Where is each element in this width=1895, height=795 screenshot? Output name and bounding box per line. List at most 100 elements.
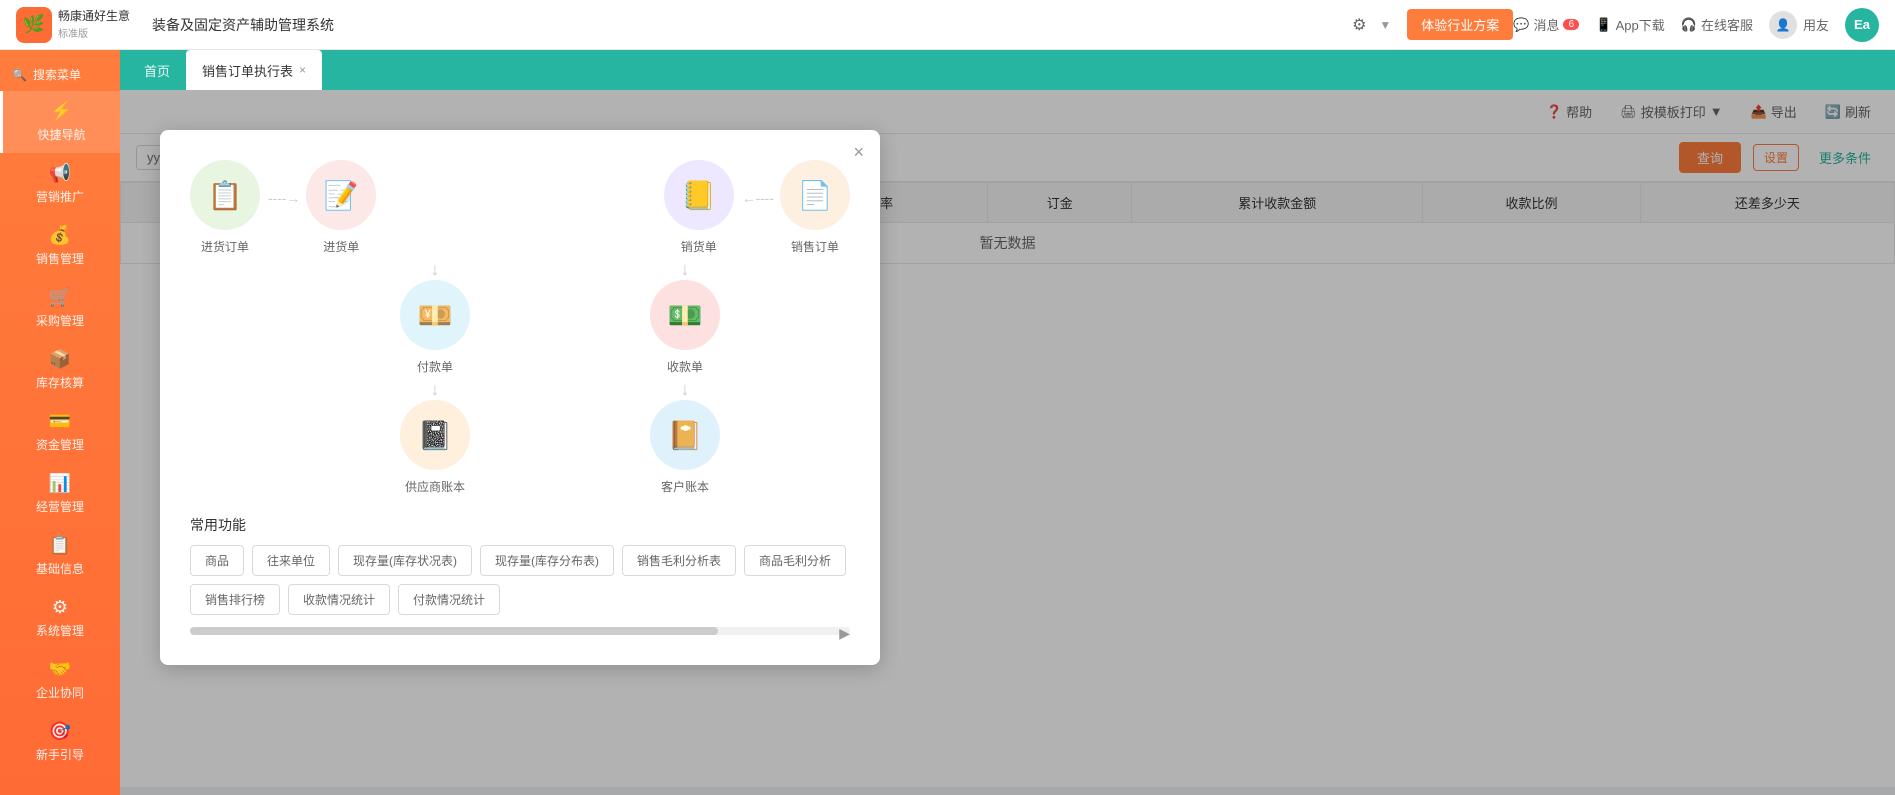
customer-circle[interactable]: 📔 [650,400,720,470]
down-arrow-purchase: ↓ [190,259,520,280]
sidebar-item-quick-nav[interactable]: ⚡ 快捷导航 [0,91,120,153]
purchase-order-icon: 📋 [208,179,243,212]
system-title: 装备及固定资产辅助管理系统 [152,15,1347,35]
sidebar-item-finance[interactable]: 💳 资金管理 [0,401,120,463]
tab-home[interactable]: 首页 [128,50,186,90]
dashed-left-icon: ← - - - - [742,190,772,206]
main-content: ❓ 帮助 🖨 按模板打印 ▼ 📤 导出 🔄 刷新 [120,90,1895,795]
online-service-btn[interactable]: 🎧 在线客服 [1681,15,1753,34]
func-btn-stock-status[interactable]: 现存量(库存状况表) [338,545,472,576]
tab-close-icon[interactable]: × [299,63,306,77]
down-arrow-payment: ↓ [190,379,520,400]
sidebar-item-inventory[interactable]: 📦 库存核算 [0,339,120,401]
wf-supplier-col: 📓 供应商账本 [190,400,520,495]
common-title: 常用功能 [190,515,850,535]
content-area: 首页 销售订单执行表 × ❓ 帮助 🖨 按模板打印 ▼ [120,50,1895,795]
workflow-top-right: 📒 销货单 ← - - - - 📄 [664,160,850,255]
sidebar-item-label-6: 经营管理 [36,498,84,515]
app-download-btn[interactable]: 📱 App下载 [1595,15,1664,34]
wf-sales-order: 📄 销售订单 [780,160,850,255]
wf-payment-col: 💴 付款单 [190,280,520,375]
user-area[interactable]: 👤 用友 [1769,11,1829,39]
sidebar-item-sales[interactable]: 💰 销售管理 [0,215,120,277]
wf-customer-col: 📔 客户账本 [520,400,850,495]
workflow-arrows-row: ↓ ↓ [190,259,850,280]
dialog-scrollbar[interactable]: ▶ [190,627,850,635]
sidebar-item-system[interactable]: ⚙ 系统管理 [0,587,120,649]
func-buttons-row1: 商品 往来单位 现存量(库存状况表) 现存量(库存分布表) 销售毛利分析表 商品… [190,545,850,576]
user-initial-badge[interactable]: Ea [1845,8,1879,42]
func-btn-product[interactable]: 商品 [190,545,244,576]
func-btn-receipt-stats[interactable]: 收款情况统计 [288,584,390,615]
customer-label: 客户账本 [661,478,709,495]
avatar: 👤 [1769,11,1797,39]
top-header: 🌿 畅康通好生意 标准版 装备及固定资产辅助管理系统 ⚙ ▼ 体验行业方案 💬 … [0,0,1895,50]
sidebar-search[interactable]: 🔍 搜索菜单 [0,58,120,91]
wf-customer: 📔 客户账本 [650,400,720,495]
logo-area: 🌿 畅康通好生意 标准版 [16,7,136,43]
dialog-close-btn[interactable]: × [853,142,864,163]
overlay: × 📋 进货订单 [120,90,1895,795]
func-btn-sales-rank[interactable]: 销售排行榜 [190,584,280,615]
sidebar: 🔍 搜索菜单 ⚡ 快捷导航 📢 营销推广 💰 销售管理 🛒 采购管理 📦 库存核… [0,50,120,795]
message-label: 消息 [1533,15,1559,34]
tab-bar: 首页 销售订单执行表 × [120,50,1895,90]
func-buttons-row2: 销售排行榜 收款情况统计 付款情况统计 [190,584,850,615]
tab-sales-order[interactable]: 销售订单执行表 × [186,50,322,90]
down-arrow-payment-icon: ↓ [431,379,440,400]
down-arrow-sales-icon: ↓ [681,259,690,280]
wf-receipt-col: 💵 收款单 [520,280,850,375]
sidebar-item-label-3: 采购管理 [36,312,84,329]
func-btn-sales-profit[interactable]: 销售毛利分析表 [622,545,736,576]
common-functions-section: 常用功能 商品 往来单位 现存量(库存状况表) 现存量(库存分布表) 销售毛利分… [190,515,850,615]
sidebar-item-purchase[interactable]: 🛒 采购管理 [0,277,120,339]
purchase-circle[interactable]: 📝 [306,160,376,230]
func-btn-payment-stats[interactable]: 付款情况统计 [398,584,500,615]
wf-purchase: 📝 进货单 [306,160,376,255]
dropdown-arrow[interactable]: ▼ [1379,18,1391,32]
func-btn-product-profit[interactable]: 商品毛利分析 [744,545,846,576]
func-btn-stock-dist[interactable]: 现存量(库存分布表) [480,545,614,576]
receipt-icon: 💵 [668,299,703,332]
sidebar-item-marketing[interactable]: 📢 营销推广 [0,153,120,215]
sidebar-item-label-10: 新手引导 [36,746,84,763]
message-btn[interactable]: 💬 消息 6 [1513,15,1579,34]
arrow-right-1: - - - - → [260,190,306,206]
sales-order-icon: 📄 [798,179,833,212]
sidebar-item-label-5: 资金管理 [36,436,84,453]
sidebar-item-basic-info[interactable]: 📋 基础信息 [0,525,120,587]
sidebar-item-newbie[interactable]: 🎯 新手引导 [0,711,120,773]
sales-label: 销货单 [681,238,717,255]
app-download-label: App下载 [1616,15,1665,34]
receipt-circle[interactable]: 💵 [650,280,720,350]
settings-icon[interactable]: ⚙ [1347,13,1371,37]
newbie-icon: 🎯 [49,721,71,742]
func-btn-partner[interactable]: 往来单位 [252,545,330,576]
quick-guide-dialog: × 📋 进货订单 [160,130,880,665]
scroll-right-arrow[interactable]: ▶ [839,625,850,642]
wf-receipt: 💵 收款单 [650,280,720,375]
payment-circle[interactable]: 💴 [400,280,470,350]
enterprise-icon: 🤝 [49,659,71,680]
sales-order-circle[interactable]: 📄 [780,160,850,230]
download-icon: 📱 [1595,17,1611,33]
workflow-bottom-row: 📓 供应商账本 📔 客户账本 [190,400,850,495]
payment-label: 付款单 [417,358,453,375]
workflow-top-left: 📋 进货订单 - - - - → 📝 [190,160,376,255]
workflow-middle-row: 💴 付款单 💵 收款单 [190,280,850,375]
supplier-circle[interactable]: 📓 [400,400,470,470]
service-icon: 🎧 [1681,17,1697,33]
sales-icon: 💰 [49,225,71,246]
system-icon: ⚙ [52,597,68,618]
wf-sales: 📒 销货单 [664,160,734,255]
logo-icon: 🌿 [16,7,52,43]
sidebar-item-enterprise[interactable]: 🤝 企业协同 [0,649,120,711]
receipt-label: 收款单 [667,358,703,375]
sales-circle[interactable]: 📒 [664,160,734,230]
purchase-order-circle[interactable]: 📋 [190,160,260,230]
message-icon: 💬 [1513,17,1529,33]
purchase-icon: 📝 [324,179,359,212]
experience-btn[interactable]: 体验行业方案 [1407,9,1513,40]
sidebar-item-business[interactable]: 📊 经营管理 [0,463,120,525]
down-arrow-purchase-icon: ↓ [431,259,440,280]
